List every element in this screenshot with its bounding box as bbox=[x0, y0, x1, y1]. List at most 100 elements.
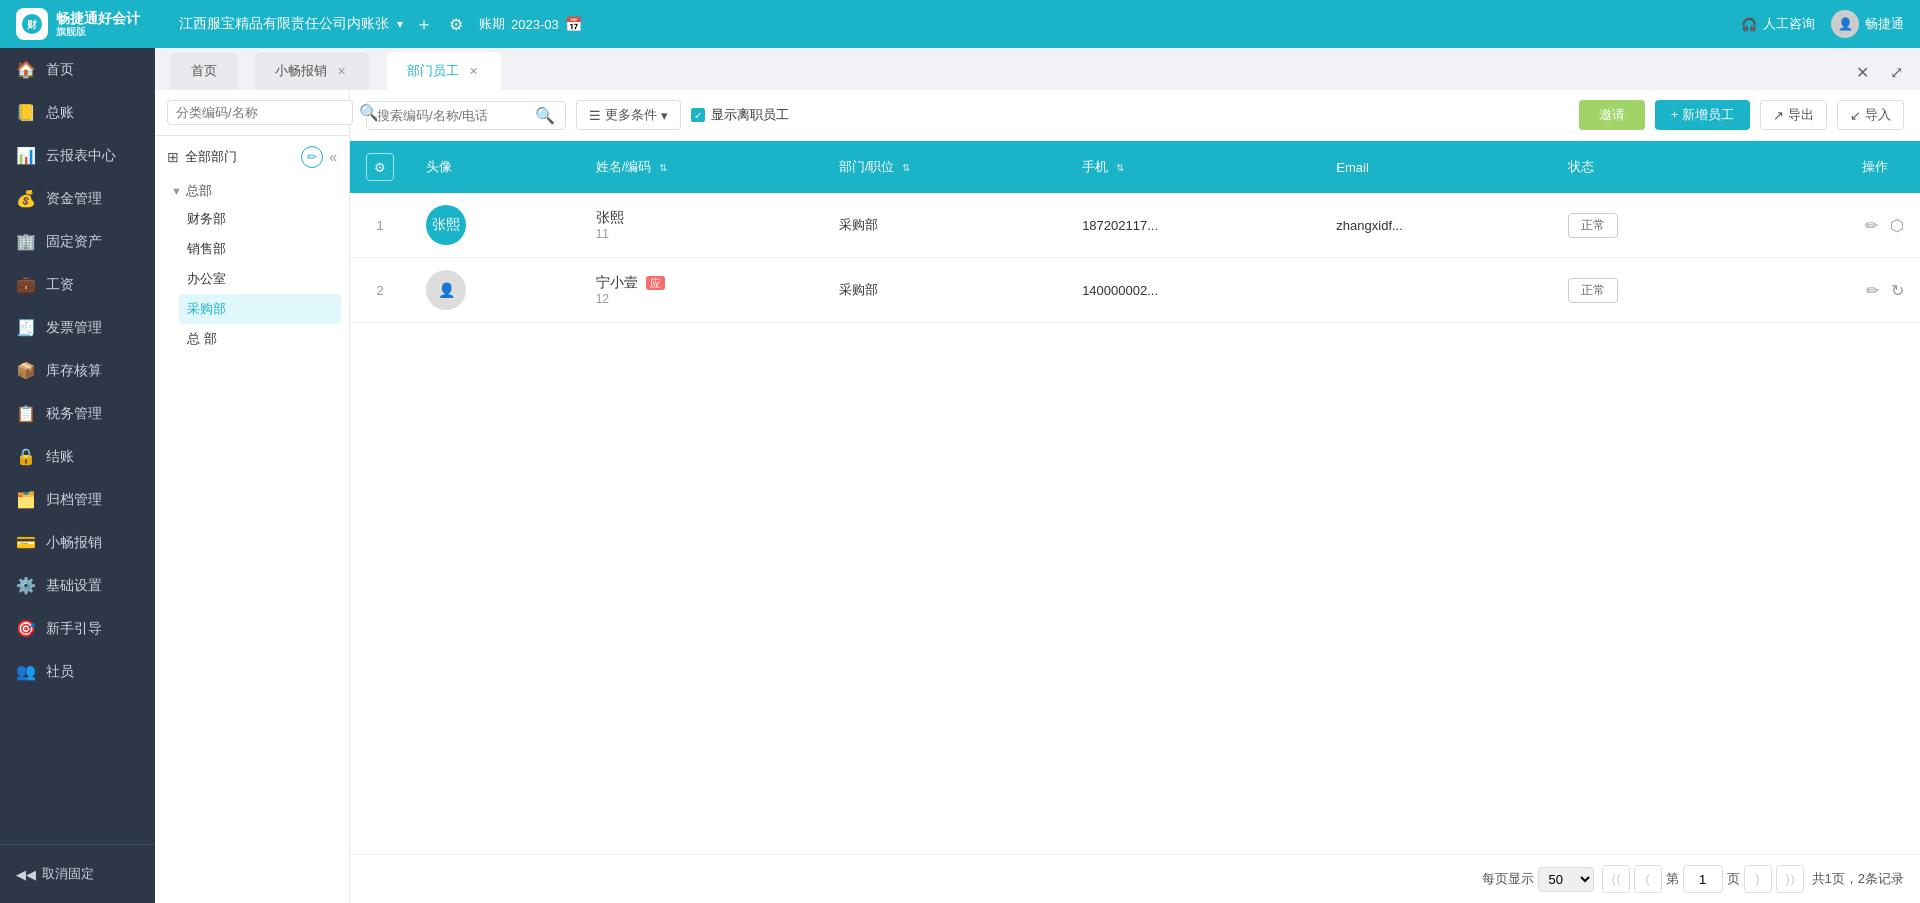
status-badge-2: 正常 bbox=[1568, 278, 1618, 303]
close-tab-btn[interactable]: ✕ bbox=[1850, 60, 1874, 84]
employee-panel: 🔍 ☰ 更多条件 ▾ ✓ 显示离职员工 邀请 + 新增员工 bbox=[350, 90, 1920, 903]
dept-collapse-btn[interactable]: « bbox=[329, 149, 337, 165]
row-status-2: 正常 bbox=[1552, 258, 1745, 323]
page-size-select[interactable]: 50 10 20 100 bbox=[1538, 867, 1594, 892]
dept-edit-btn[interactable]: ✏ bbox=[301, 146, 323, 168]
cancel-fixed-btn[interactable]: ◀◀ 取消固定 bbox=[0, 855, 155, 893]
tab-expense[interactable]: 小畅报销 ✕ bbox=[255, 52, 369, 90]
content-area: 首页 小畅报销 ✕ 部门员工 ✕ ✕ ⤢ 🔍 bbox=[155, 48, 1920, 903]
sidebar-item-invoice[interactable]: 🧾 发票管理 bbox=[0, 306, 155, 349]
dept-node-sales[interactable]: 销售部 bbox=[179, 234, 341, 264]
sidebar-item-funds[interactable]: 💰 资金管理 bbox=[0, 177, 155, 220]
tab-dept-emp[interactable]: 部门员工 ✕ bbox=[387, 52, 501, 90]
refresh-btn-2[interactable]: ↻ bbox=[1891, 281, 1904, 300]
col-phone[interactable]: 手机 ⇅ bbox=[1066, 141, 1320, 193]
sidebar-item-reports[interactable]: 📊 云报表中心 bbox=[0, 134, 155, 177]
table-settings-header: ⚙ bbox=[350, 141, 410, 193]
sidebar: 🏠 首页 📒 总账 📊 云报表中心 💰 资金管理 🏢 固定资产 💼 工资 🧾 发… bbox=[0, 48, 155, 903]
ledger-icon: 📒 bbox=[16, 103, 36, 122]
page-total: 共1页，2条记录 bbox=[1812, 870, 1904, 888]
col-status: 状态 bbox=[1552, 141, 1745, 193]
resign-checkbox[interactable]: ✓ bbox=[691, 108, 705, 122]
sidebar-item-assets[interactable]: 🏢 固定资产 bbox=[0, 220, 155, 263]
support-btn[interactable]: 🎧 人工咨询 bbox=[1741, 15, 1815, 33]
invite-button[interactable]: 邀请 bbox=[1579, 100, 1645, 130]
calendar-icon[interactable]: 📅 bbox=[565, 16, 582, 32]
col-dept[interactable]: 部门/职位 ⇅ bbox=[823, 141, 1066, 193]
show-resign-option[interactable]: ✓ 显示离职员工 bbox=[691, 106, 789, 124]
sidebar-item-payroll[interactable]: 💼 工资 bbox=[0, 263, 155, 306]
settings-icon[interactable]: ⚙ bbox=[449, 15, 463, 34]
dept-panel: 🔍 ⊞ 全部部门 ✏ « ▼ 总部 bbox=[155, 90, 350, 903]
app-badge-2: 应 bbox=[646, 276, 665, 290]
filter-button[interactable]: ☰ 更多条件 ▾ bbox=[576, 100, 681, 130]
dept-node-general[interactable]: 总 部 bbox=[179, 324, 341, 354]
phone-sort-icon: ⇅ bbox=[1116, 162, 1124, 173]
export-button[interactable]: ↗ 导出 bbox=[1760, 100, 1827, 130]
company-selector[interactable]: 江西服宝精品有限责任公司内账张 ▾ bbox=[179, 15, 403, 33]
table-gear-icon[interactable]: ⚙ bbox=[366, 153, 394, 181]
period-selector[interactable]: 账期 2023-03 📅 bbox=[479, 15, 582, 33]
sidebar-item-ledger[interactable]: 📒 总账 bbox=[0, 91, 155, 134]
all-dept-label[interactable]: ⊞ 全部部门 bbox=[167, 148, 237, 166]
add-button[interactable]: ＋ bbox=[415, 12, 433, 36]
row-name-2: 宁小壹 应 12 bbox=[580, 258, 823, 323]
sidebar-item-tax[interactable]: 📋 税务管理 bbox=[0, 392, 155, 435]
dept-search-input[interactable] bbox=[167, 100, 353, 125]
col-action: 操作 bbox=[1746, 141, 1920, 193]
first-page-btn[interactable]: ⟨⟨ bbox=[1602, 865, 1630, 893]
name-sort-icon: ⇅ bbox=[659, 162, 667, 173]
sidebar-item-closing[interactable]: 🔒 结账 bbox=[0, 435, 155, 478]
import-button[interactable]: ↙ 导入 bbox=[1837, 100, 1904, 130]
row-actions-2: ✏ ↻ bbox=[1746, 258, 1920, 323]
sidebar-item-home[interactable]: 🏠 首页 bbox=[0, 48, 155, 91]
app-logo[interactable]: 财 畅捷通好会计 旗舰版 bbox=[16, 8, 171, 40]
dept-node-purchase[interactable]: 采购部 bbox=[179, 294, 341, 324]
tab-expense-close[interactable]: ✕ bbox=[333, 63, 349, 79]
next-page-btn[interactable]: ⟩ bbox=[1744, 865, 1772, 893]
row-dept-1: 采购部 bbox=[823, 193, 1066, 258]
sidebar-item-guide[interactable]: 🎯 新手引导 bbox=[0, 607, 155, 650]
emp-toolbar: 🔍 ☰ 更多条件 ▾ ✓ 显示离职员工 邀请 + 新增员工 bbox=[350, 90, 1920, 141]
maximize-btn[interactable]: ⤢ bbox=[1884, 60, 1908, 84]
col-name[interactable]: 姓名/编码 ⇅ bbox=[580, 141, 823, 193]
export-icon: ↗ bbox=[1773, 108, 1784, 123]
sidebar-item-archive[interactable]: 🗂️ 归档管理 bbox=[0, 478, 155, 521]
dept-node-finance[interactable]: 财务部 bbox=[179, 204, 341, 234]
col-avatar: 头像 bbox=[410, 141, 580, 193]
archive-icon: 🗂️ bbox=[16, 490, 36, 509]
user-profile[interactable]: 👤 畅捷通 bbox=[1831, 10, 1904, 38]
reports-icon: 📊 bbox=[16, 146, 36, 165]
sidebar-item-inventory[interactable]: 📦 库存核算 bbox=[0, 349, 155, 392]
sidebar-item-settings[interactable]: ⚙️ 基础设置 bbox=[0, 564, 155, 607]
dept-tree: ▼ 总部 财务部 销售部 办公室 采购 bbox=[155, 178, 349, 903]
tab-dept-emp-close[interactable]: ✕ bbox=[465, 63, 481, 79]
row-phone-2: 140000002... bbox=[1066, 258, 1320, 323]
emp-search-icon[interactable]: 🔍 bbox=[535, 106, 555, 125]
logout-btn-1[interactable]: ⬡ bbox=[1890, 216, 1904, 235]
emp-search-input[interactable] bbox=[377, 108, 529, 123]
prev-page-btn[interactable]: ⟨ bbox=[1634, 865, 1662, 893]
main-layout: 🏠 首页 📒 总账 📊 云报表中心 💰 资金管理 🏢 固定资产 💼 工资 🧾 发… bbox=[0, 48, 1920, 903]
sidebar-item-expense[interactable]: 💳 小畅报销 bbox=[0, 521, 155, 564]
import-icon: ↙ bbox=[1850, 108, 1861, 123]
dept-toggle-icon: ▼ bbox=[171, 185, 182, 197]
page-number-input[interactable] bbox=[1683, 865, 1723, 893]
dept-node-office[interactable]: 办公室 bbox=[179, 264, 341, 294]
sidebar-item-users[interactable]: 👥 社员 bbox=[0, 650, 155, 693]
edit-btn-1[interactable]: ✏ bbox=[1865, 216, 1878, 235]
add-employee-button[interactable]: + 新增员工 bbox=[1655, 100, 1750, 130]
tab-home[interactable]: 首页 bbox=[171, 52, 237, 90]
row-avatar-1: 张熙 bbox=[410, 193, 580, 258]
avatar-1: 张熙 bbox=[426, 205, 466, 245]
dept-actions: ✏ « bbox=[301, 146, 337, 168]
avatar-2: 👤 bbox=[426, 270, 466, 310]
row-actions-1: ✏ ⬡ bbox=[1746, 193, 1920, 258]
sidebar-bottom: ◀◀ 取消固定 bbox=[0, 844, 155, 903]
page-size-selector: 每页显示 50 10 20 100 bbox=[1482, 867, 1594, 892]
tab-bar-right: ✕ ⤢ bbox=[1850, 60, 1920, 90]
dept-sort-icon: ⇅ bbox=[902, 162, 910, 173]
edit-btn-2[interactable]: ✏ bbox=[1866, 281, 1879, 300]
closing-icon: 🔒 bbox=[16, 447, 36, 466]
last-page-btn[interactable]: ⟩⟩ bbox=[1776, 865, 1804, 893]
